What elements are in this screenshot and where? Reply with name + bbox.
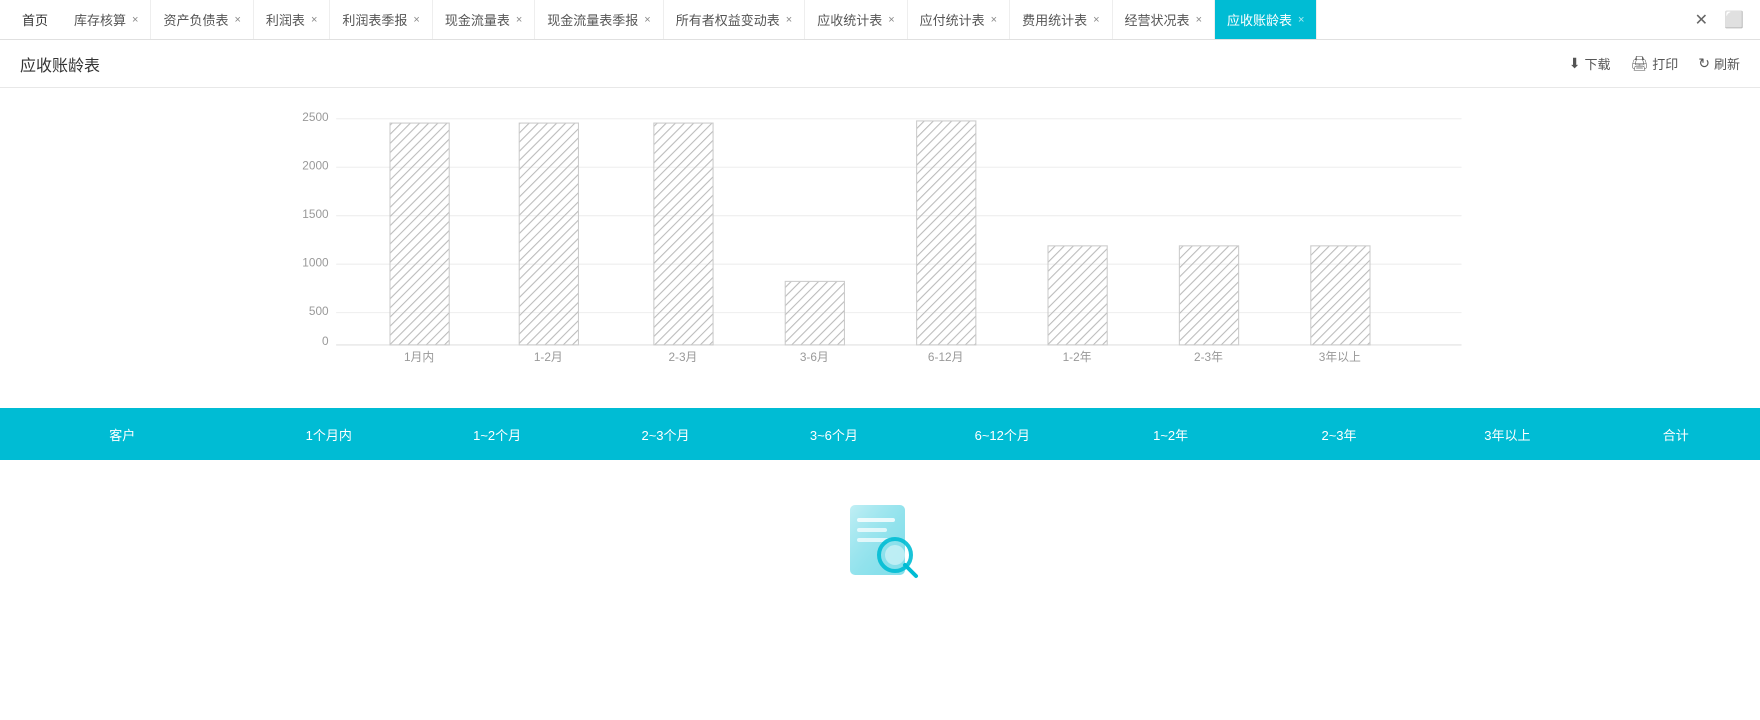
svg-text:2500: 2500 <box>302 110 329 124</box>
bar-2-3month <box>654 123 713 345</box>
close-cashflow-quarterly-tab[interactable]: × <box>644 14 650 26</box>
tab-inventory[interactable]: 库存核算 × <box>62 0 151 40</box>
close-inventory-tab[interactable]: × <box>132 14 138 26</box>
download-icon: ⬇ <box>1569 55 1581 72</box>
page-actions: ⬇ 下载 🖨 打印 ↻ 刷新 <box>1569 54 1740 73</box>
close-operation-tab[interactable]: × <box>1196 14 1202 26</box>
col-3plus-year: 3年以上 <box>1423 425 1591 444</box>
close-cashflow-tab[interactable]: × <box>516 14 522 26</box>
tab-profit-quarterly[interactable]: 利润表季报 × <box>330 0 432 40</box>
svg-text:3年以上: 3年以上 <box>1319 350 1361 364</box>
bar-1month <box>390 123 449 345</box>
col-1month: 1个月内 <box>245 425 413 444</box>
tab-cashflow-quarterly[interactable]: 现金流量表季报 × <box>535 0 663 40</box>
close-expense-stats-tab[interactable]: × <box>1093 14 1099 26</box>
close-balance-sheet-tab[interactable]: × <box>234 14 240 26</box>
svg-text:2-3年: 2-3年 <box>1194 350 1223 364</box>
svg-text:2-3月: 2-3月 <box>668 350 697 364</box>
svg-text:500: 500 <box>309 304 329 318</box>
close-profit-quarterly-tab[interactable]: × <box>413 14 419 26</box>
svg-text:6-12月: 6-12月 <box>928 350 964 364</box>
table-header: 客户 1个月内 1~2个月 2~3个月 3~6个月 6~12个月 1~2年 2~… <box>0 408 1760 460</box>
svg-text:1月内: 1月内 <box>404 350 434 364</box>
bar-3plus-year <box>1311 246 1370 345</box>
col-1-2year: 1~2年 <box>1086 425 1254 444</box>
bar-1-2month <box>519 123 578 345</box>
window-close-icon[interactable]: ✕ <box>1691 6 1712 34</box>
tab-aging[interactable]: 应收账龄表 × <box>1215 0 1317 40</box>
refresh-icon: ↻ <box>1698 55 1710 72</box>
bar-chart: 2500 2000 1500 1000 500 0 1月内 1-2月 2-3月 <box>40 108 1720 388</box>
close-receivable-stats-tab[interactable]: × <box>888 14 894 26</box>
print-button[interactable]: 🖨 打印 <box>1630 54 1678 73</box>
svg-text:1500: 1500 <box>302 207 329 221</box>
col-1-2month: 1~2个月 <box>413 425 581 444</box>
download-button[interactable]: ⬇ 下载 <box>1569 54 1611 73</box>
tab-bar: 首页 库存核算 × 资产负债表 × 利润表 × 利润表季报 × 现金流量表 × … <box>0 0 1760 40</box>
close-equity-tab[interactable]: × <box>786 14 792 26</box>
page-title: 应收账龄表 <box>20 52 100 76</box>
col-2-3month: 2~3个月 <box>581 425 749 444</box>
print-icon: 🖨 <box>1630 55 1648 72</box>
tab-receivable-stats[interactable]: 应收统计表 × <box>805 0 907 40</box>
window-maximize-icon[interactable]: ⬜ <box>1720 6 1748 34</box>
refresh-button[interactable]: ↻ 刷新 <box>1698 54 1740 73</box>
svg-text:0: 0 <box>322 334 329 348</box>
col-6-12month: 6~12个月 <box>918 425 1086 444</box>
close-profit-tab[interactable]: × <box>311 14 317 26</box>
col-2-3year: 2~3年 <box>1255 425 1423 444</box>
tab-home[interactable]: 首页 <box>8 0 62 40</box>
tab-balance-sheet[interactable]: 资产负债表 × <box>151 0 253 40</box>
main-content: 2500 2000 1500 1000 500 0 1月内 1-2月 2-3月 <box>0 88 1760 720</box>
empty-state <box>0 460 1760 720</box>
col-customer: 客户 <box>0 425 245 444</box>
svg-text:3-6月: 3-6月 <box>800 350 829 364</box>
chart-area: 2500 2000 1500 1000 500 0 1月内 1-2月 2-3月 <box>0 88 1760 408</box>
empty-state-icon <box>830 490 930 590</box>
bar-3-6month <box>785 281 844 345</box>
tab-expense-stats[interactable]: 费用统计表 × <box>1010 0 1112 40</box>
tab-payable-stats[interactable]: 应付统计表 × <box>908 0 1010 40</box>
close-payable-stats-tab[interactable]: × <box>991 14 997 26</box>
tab-cashflow[interactable]: 现金流量表 × <box>433 0 535 40</box>
bar-1-2year <box>1048 246 1107 345</box>
tab-bar-actions: ✕ ⬜ <box>1691 6 1752 34</box>
svg-text:1000: 1000 <box>302 255 329 269</box>
col-3-6month: 3~6个月 <box>750 425 918 444</box>
svg-text:1-2月: 1-2月 <box>534 350 563 364</box>
bar-6-12month <box>917 121 976 345</box>
close-aging-tab[interactable]: × <box>1298 14 1304 26</box>
svg-text:2000: 2000 <box>302 158 329 172</box>
page-header: 应收账龄表 ⬇ 下载 🖨 打印 ↻ 刷新 <box>0 40 1760 88</box>
bar-2-3year <box>1179 246 1238 345</box>
tab-operation[interactable]: 经营状况表 × <box>1113 0 1215 40</box>
tab-equity[interactable]: 所有者权益变动表 × <box>664 0 805 40</box>
col-total: 合计 <box>1592 425 1760 444</box>
tab-profit[interactable]: 利润表 × <box>254 0 330 40</box>
svg-text:1-2年: 1-2年 <box>1063 350 1092 364</box>
